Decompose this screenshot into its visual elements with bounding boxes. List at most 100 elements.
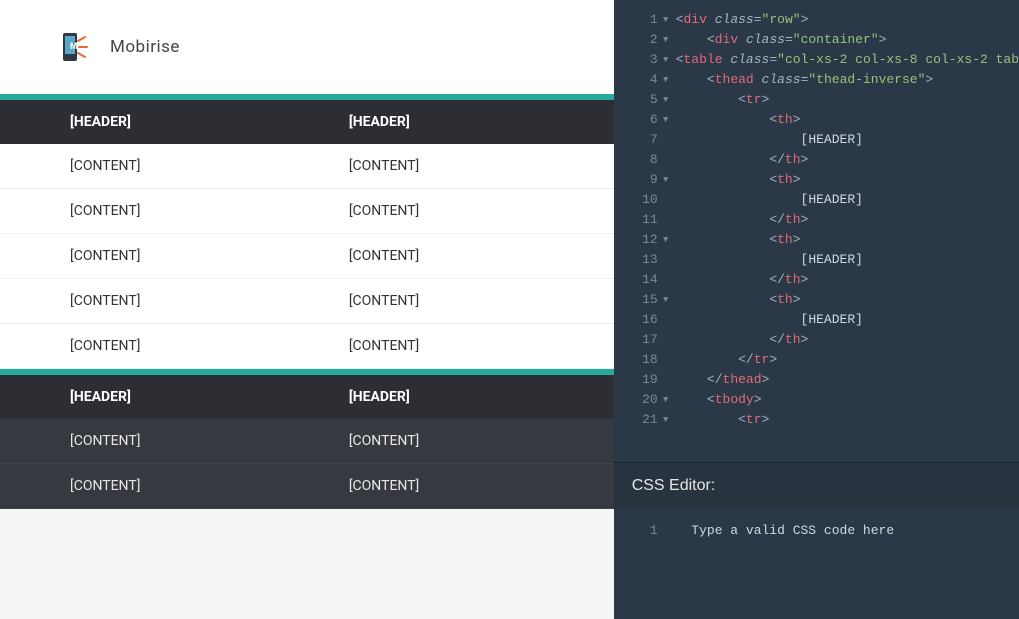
line-number: 9 xyxy=(614,170,662,190)
editor-pane: 1▾<div class="row">2▾ <div class="contai… xyxy=(614,0,1019,619)
line-number: 14 xyxy=(614,270,662,290)
fold-toggle-icon xyxy=(662,210,676,230)
fold-toggle-icon[interactable]: ▾ xyxy=(662,110,676,130)
fold-toggle-icon[interactable]: ▾ xyxy=(662,70,676,90)
fold-toggle-icon[interactable]: ▾ xyxy=(662,90,676,110)
line-number: 7 xyxy=(614,130,662,150)
line-number: 1 xyxy=(614,521,662,541)
code-content[interactable]: <tr> xyxy=(676,410,1019,430)
code-content[interactable]: </th> xyxy=(676,150,1019,170)
code-content[interactable]: [HEADER] xyxy=(676,130,1019,150)
table2-header-1: [HEADER] xyxy=(335,375,614,419)
fold-toggle-icon[interactable]: ▾ xyxy=(662,410,676,430)
code-line[interactable]: 18 </tr> xyxy=(614,350,1019,370)
code-content[interactable]: <th> xyxy=(676,110,1019,130)
code-line[interactable]: 20▾ <tbody> xyxy=(614,390,1019,410)
fold-toggle-icon[interactable]: ▾ xyxy=(662,290,676,310)
code-content[interactable]: </thead> xyxy=(676,370,1019,390)
cell: [CONTENT] xyxy=(0,279,335,323)
cell: [CONTENT] xyxy=(335,279,614,323)
table-header-row: [HEADER] [HEADER] xyxy=(0,100,614,144)
code-line[interactable]: 1▾<div class="row"> xyxy=(614,10,1019,30)
fold-toggle-icon[interactable]: ▾ xyxy=(662,230,676,250)
fold-toggle-icon[interactable]: ▾ xyxy=(662,10,676,30)
fold-toggle-icon[interactable]: ▾ xyxy=(662,390,676,410)
code-line[interactable]: 11 </th> xyxy=(614,210,1019,230)
code-content[interactable]: <div class="row"> xyxy=(676,10,1019,30)
svg-text:M: M xyxy=(70,41,78,51)
code-content[interactable]: Type a valid CSS code here xyxy=(676,521,1019,541)
table1-head: [HEADER] [HEADER] xyxy=(0,100,614,144)
code-content[interactable]: </tr> xyxy=(676,350,1019,370)
line-number: 11 xyxy=(614,210,662,230)
preview-table-1: [HEADER] [HEADER] [CONTENT] [CONTENT] [C… xyxy=(0,100,614,369)
preview-table-2: [HEADER] [HEADER] [CONTENT] [CONTENT] [C… xyxy=(0,375,614,509)
table-row: [CONTENT] [CONTENT] xyxy=(0,464,614,509)
code-line[interactable]: 15▾ <th> xyxy=(614,290,1019,310)
html-editor[interactable]: 1▾<div class="row">2▾ <div class="contai… xyxy=(614,0,1019,462)
code-content[interactable]: <thead class="thead-inverse"> xyxy=(676,70,1019,90)
code-content[interactable]: [HEADER] xyxy=(676,310,1019,330)
mobirise-logo-icon: M xyxy=(56,30,90,64)
table-header-row: [HEADER] [HEADER] xyxy=(0,375,614,419)
line-number: 1 xyxy=(614,10,662,30)
line-number: 8 xyxy=(614,150,662,170)
code-content[interactable]: <div class="container"> xyxy=(676,30,1019,50)
code-line[interactable]: 21▾ <tr> xyxy=(614,410,1019,430)
code-content[interactable]: </th> xyxy=(676,210,1019,230)
line-number: 19 xyxy=(614,370,662,390)
line-number: 2 xyxy=(614,30,662,50)
code-content[interactable]: <th> xyxy=(676,290,1019,310)
code-line[interactable]: 8 </th> xyxy=(614,150,1019,170)
code-line[interactable]: 7 [HEADER] xyxy=(614,130,1019,150)
code-line[interactable]: 17 </th> xyxy=(614,330,1019,350)
table-row: [CONTENT] [CONTENT] xyxy=(0,189,614,234)
code-content[interactable]: [HEADER] xyxy=(676,190,1019,210)
code-content[interactable]: </th> xyxy=(676,330,1019,350)
line-number: 13 xyxy=(614,250,662,270)
code-line[interactable]: 19 </thead> xyxy=(614,370,1019,390)
code-line[interactable]: 9▾ <th> xyxy=(614,170,1019,190)
cell: [CONTENT] xyxy=(0,189,335,233)
code-line[interactable]: 16 [HEADER] xyxy=(614,310,1019,330)
code-content[interactable]: [HEADER] xyxy=(676,250,1019,270)
code-content[interactable]: <th> xyxy=(676,170,1019,190)
line-number: 6 xyxy=(614,110,662,130)
code-content[interactable]: <table class="col-xs-2 col-xs-8 col-xs-2… xyxy=(676,50,1019,70)
code-content[interactable]: </th> xyxy=(676,270,1019,290)
code-line[interactable]: 12▾ <th> xyxy=(614,230,1019,250)
code-content[interactable]: <tr> xyxy=(676,90,1019,110)
fold-toggle-icon xyxy=(662,310,676,330)
fold-toggle-icon[interactable]: ▾ xyxy=(662,170,676,190)
fold-toggle-icon[interactable]: ▾ xyxy=(662,30,676,50)
cell: [CONTENT] xyxy=(335,464,614,508)
cell: [CONTENT] xyxy=(0,464,335,508)
table-row: [CONTENT] [CONTENT] xyxy=(0,279,614,324)
code-line[interactable]: 4▾ <thead class="thead-inverse"> xyxy=(614,70,1019,90)
cell: [CONTENT] xyxy=(0,234,335,278)
cell: [CONTENT] xyxy=(335,419,614,463)
code-line[interactable]: 5▾ <tr> xyxy=(614,90,1019,110)
code-line[interactable]: 10 [HEADER] xyxy=(614,190,1019,210)
line-number: 3 xyxy=(614,50,662,70)
brand-bar: M Mobirise xyxy=(0,0,614,94)
fold-toggle-icon xyxy=(662,130,676,150)
fold-toggle-icon xyxy=(662,190,676,210)
code-line[interactable]: 13 [HEADER] xyxy=(614,250,1019,270)
fold-toggle-icon[interactable]: ▾ xyxy=(662,50,676,70)
code-line[interactable]: 1 Type a valid CSS code here xyxy=(614,521,1019,541)
app-root: M Mobirise [HEADER] [HEADER] xyxy=(0,0,1019,619)
code-line[interactable]: 14 </th> xyxy=(614,270,1019,290)
table-row: [CONTENT] [CONTENT] xyxy=(0,324,614,369)
cell: [CONTENT] xyxy=(335,324,614,368)
cell: [CONTENT] xyxy=(335,234,614,278)
css-editor[interactable]: 1 Type a valid CSS code here xyxy=(614,509,1019,619)
code-content[interactable]: <tbody> xyxy=(676,390,1019,410)
cell: [CONTENT] xyxy=(0,419,335,463)
code-line[interactable]: 3▾<table class="col-xs-2 col-xs-8 col-xs… xyxy=(614,50,1019,70)
table2-body: [CONTENT] [CONTENT] [CONTENT] [CONTENT] xyxy=(0,419,614,509)
code-line[interactable]: 6▾ <th> xyxy=(614,110,1019,130)
code-content[interactable]: <th> xyxy=(676,230,1019,250)
cell: [CONTENT] xyxy=(335,189,614,233)
code-line[interactable]: 2▾ <div class="container"> xyxy=(614,30,1019,50)
